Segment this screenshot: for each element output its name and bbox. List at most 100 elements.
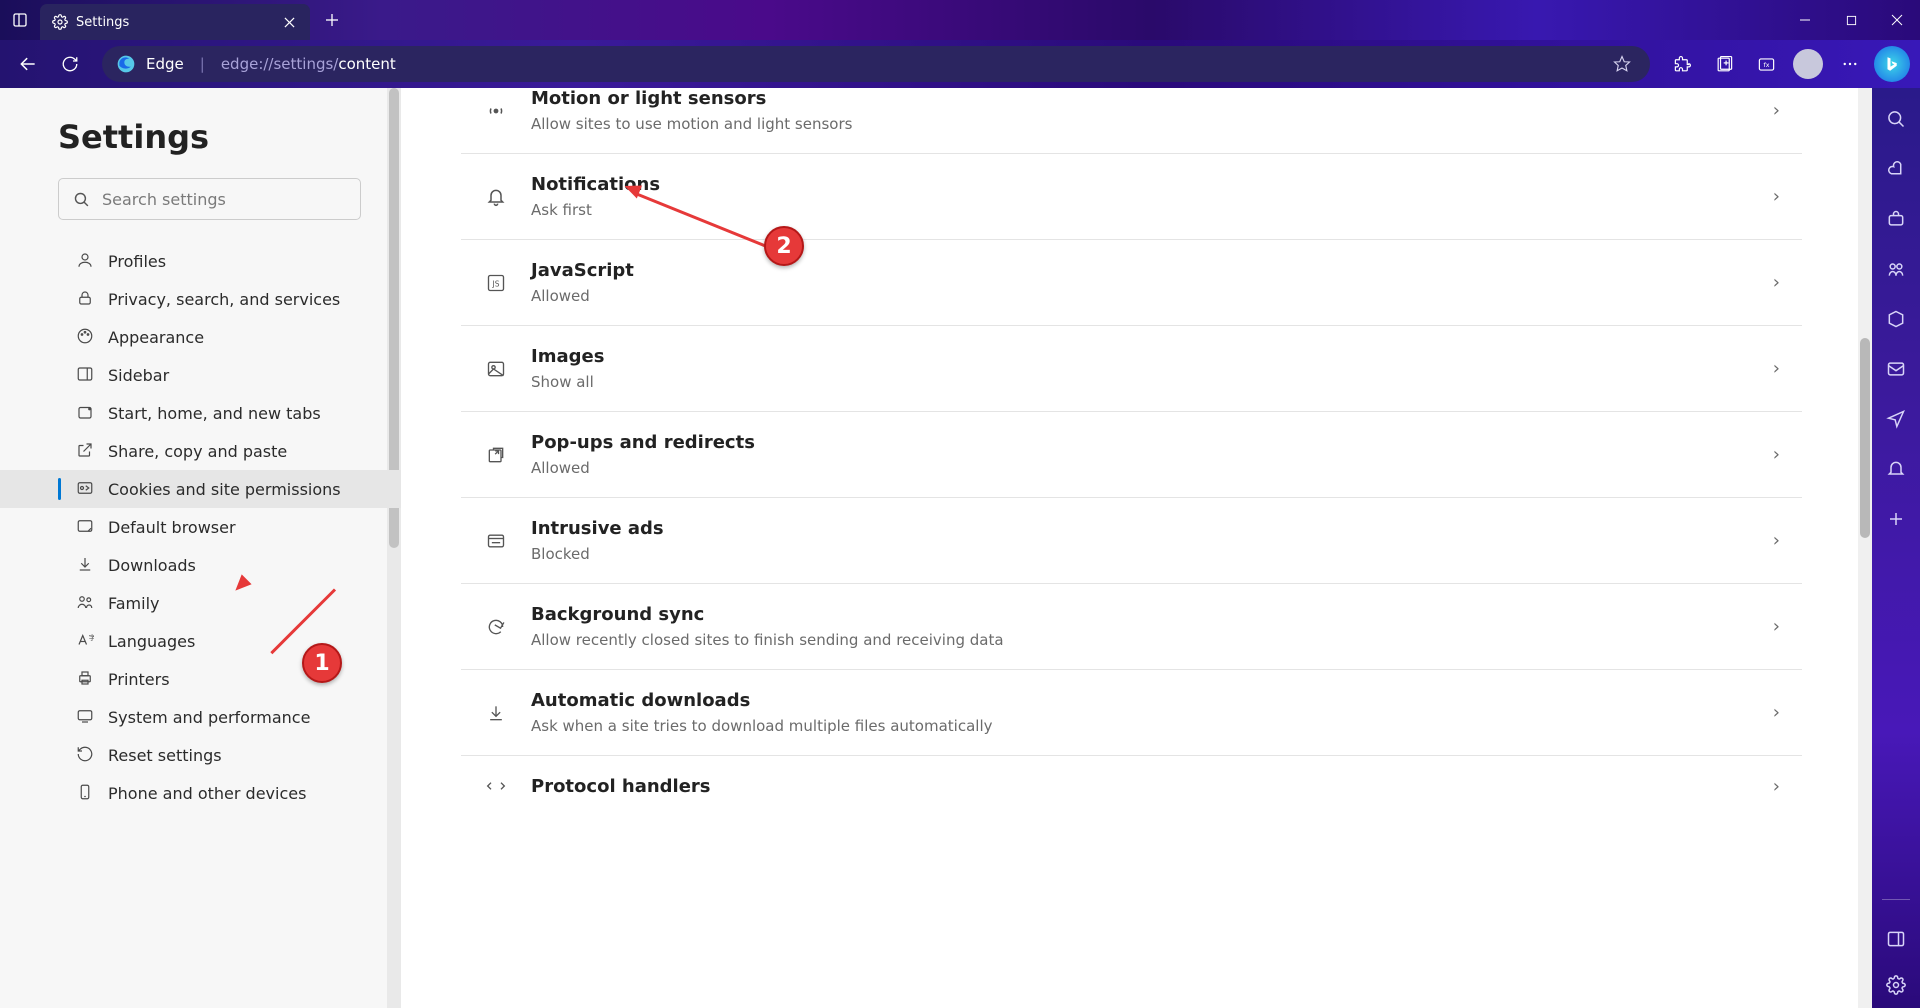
- sidebar-hide-icon[interactable]: [1885, 928, 1907, 950]
- sidebar-settings-icon[interactable]: [1885, 974, 1907, 996]
- language-icon: 字: [76, 631, 96, 651]
- back-button[interactable]: [10, 46, 46, 82]
- palette-icon: [76, 327, 96, 347]
- browser-icon: [76, 517, 96, 537]
- new-tab-button[interactable]: [316, 4, 348, 36]
- chevron-right-icon: ›: [1773, 100, 1780, 121]
- perm-notifications[interactable]: NotificationsAsk first ›: [461, 154, 1802, 240]
- menu-button[interactable]: [1832, 46, 1868, 82]
- refresh-button[interactable]: [52, 46, 88, 82]
- profile-button[interactable]: [1790, 46, 1826, 82]
- minimize-button[interactable]: [1782, 0, 1828, 40]
- perm-images[interactable]: ImagesShow all ›: [461, 326, 1802, 412]
- home-icon: [76, 403, 96, 423]
- sidebar-games-icon[interactable]: [1885, 258, 1907, 280]
- title-bar: Settings: [0, 0, 1920, 40]
- system-icon: [76, 707, 96, 727]
- annotation-bubble-2: 2: [764, 226, 804, 266]
- content-area: Settings Profiles Privacy, search, and s…: [0, 88, 1920, 1008]
- nav-sidebar[interactable]: Sidebar: [0, 356, 401, 394]
- chevron-right-icon: ›: [1773, 444, 1780, 465]
- annotation-bubble-1: 1: [302, 643, 342, 683]
- chevron-right-icon: ›: [1773, 616, 1780, 637]
- search-icon: [73, 191, 90, 208]
- sensors-icon: [483, 98, 509, 124]
- maximize-button[interactable]: [1828, 0, 1874, 40]
- bing-button[interactable]: [1874, 46, 1910, 82]
- chevron-right-icon: ›: [1773, 702, 1780, 723]
- nav-profiles[interactable]: Profiles: [0, 242, 401, 280]
- sidebar-shopping-icon[interactable]: [1885, 158, 1907, 180]
- chevron-right-icon: ›: [1773, 272, 1780, 293]
- nav-system[interactable]: System and performance: [0, 698, 401, 736]
- nav-reset[interactable]: Reset settings: [0, 736, 401, 774]
- close-window-button[interactable]: [1874, 0, 1920, 40]
- tab-actions-button[interactable]: [0, 0, 40, 40]
- perm-intrusive-ads[interactable]: Intrusive adsBlocked ›: [461, 498, 1802, 584]
- browser-tab[interactable]: Settings: [40, 4, 310, 40]
- svg-text:JS: JS: [492, 279, 500, 288]
- chevron-right-icon: ›: [1773, 186, 1780, 207]
- chevron-right-icon: ›: [1773, 358, 1780, 379]
- settings-search-input[interactable]: [102, 190, 346, 209]
- phone-icon: [76, 783, 96, 803]
- content-scrollbar[interactable]: [1858, 88, 1872, 1008]
- nav-appearance[interactable]: Appearance: [0, 318, 401, 356]
- address-bar[interactable]: Edge | edge://settings/content: [102, 46, 1650, 82]
- perm-javascript[interactable]: JS JavaScriptAllowed ›: [461, 240, 1802, 326]
- nav-phone[interactable]: Phone and other devices: [0, 774, 401, 812]
- perm-background-sync[interactable]: Background syncAllow recently closed sit…: [461, 584, 1802, 670]
- addr-url-prefix: edge://settings/: [221, 55, 339, 73]
- perm-auto-downloads[interactable]: Automatic downloadsAsk when a site tries…: [461, 670, 1802, 756]
- bell-icon: [483, 184, 509, 210]
- sidebar-search-icon[interactable]: [1885, 108, 1907, 130]
- nav-cookies[interactable]: Cookies and site permissions: [0, 470, 401, 508]
- popup-icon: [483, 442, 509, 468]
- edge-logo-icon: [116, 54, 136, 74]
- sidebar-tools-icon[interactable]: [1885, 208, 1907, 230]
- perm-motion-sensors[interactable]: Motion or light sensorsAllow sites to us…: [461, 88, 1802, 154]
- addr-url-path: content: [338, 55, 395, 73]
- nav-start[interactable]: Start, home, and new tabs: [0, 394, 401, 432]
- ads-icon: [483, 528, 509, 554]
- settings-heading: Settings: [0, 88, 401, 178]
- sidebar-m365-icon[interactable]: [1885, 308, 1907, 330]
- nav-default-browser[interactable]: Default browser: [0, 508, 401, 546]
- chevron-right-icon: ›: [1773, 530, 1780, 551]
- sidebar-icon: [76, 365, 96, 385]
- perm-protocol-handlers[interactable]: Protocol handlers ›: [461, 756, 1802, 816]
- nav-privacy[interactable]: Privacy, search, and services: [0, 280, 401, 318]
- browser-toolbar: Edge | edge://settings/content fx: [0, 40, 1920, 88]
- settings-search[interactable]: [58, 178, 361, 220]
- permissions-list: Motion or light sensorsAllow sites to us…: [461, 88, 1802, 816]
- svg-text:fx: fx: [1763, 61, 1769, 68]
- download-icon: [76, 555, 96, 575]
- edge-sidebar: [1872, 88, 1920, 1008]
- perm-popups[interactable]: Pop-ups and redirectsAllowed ›: [461, 412, 1802, 498]
- sidebar-outlook-icon[interactable]: [1885, 358, 1907, 380]
- favorite-button[interactable]: [1604, 46, 1640, 82]
- image-icon: [483, 356, 509, 382]
- sidebar-add-icon[interactable]: [1885, 508, 1907, 530]
- addr-separator: |: [200, 55, 205, 73]
- tab-title: Settings: [76, 15, 272, 30]
- nav-languages[interactable]: 字Languages: [0, 622, 401, 660]
- tab-close-button[interactable]: [280, 13, 298, 31]
- sidebar-drop-icon[interactable]: [1885, 408, 1907, 430]
- lock-icon: [76, 289, 96, 309]
- nav-family[interactable]: Family: [0, 584, 401, 622]
- nav-share[interactable]: Share, copy and paste: [0, 432, 401, 470]
- screenshot-button[interactable]: fx: [1748, 46, 1784, 82]
- family-icon: [76, 593, 96, 613]
- collections-button[interactable]: [1706, 46, 1742, 82]
- profile-icon: [76, 251, 96, 271]
- gear-icon: [52, 14, 68, 30]
- svg-text:字: 字: [89, 633, 94, 642]
- download-icon: [483, 700, 509, 726]
- sidebar-bell-icon[interactable]: [1885, 458, 1907, 480]
- settings-nav-panel: Settings Profiles Privacy, search, and s…: [0, 88, 401, 1008]
- settings-content-panel: Motion or light sensorsAllow sites to us…: [401, 88, 1872, 1008]
- extensions-button[interactable]: [1664, 46, 1700, 82]
- cookie-icon: [76, 479, 96, 499]
- nav-downloads[interactable]: Downloads: [0, 546, 401, 584]
